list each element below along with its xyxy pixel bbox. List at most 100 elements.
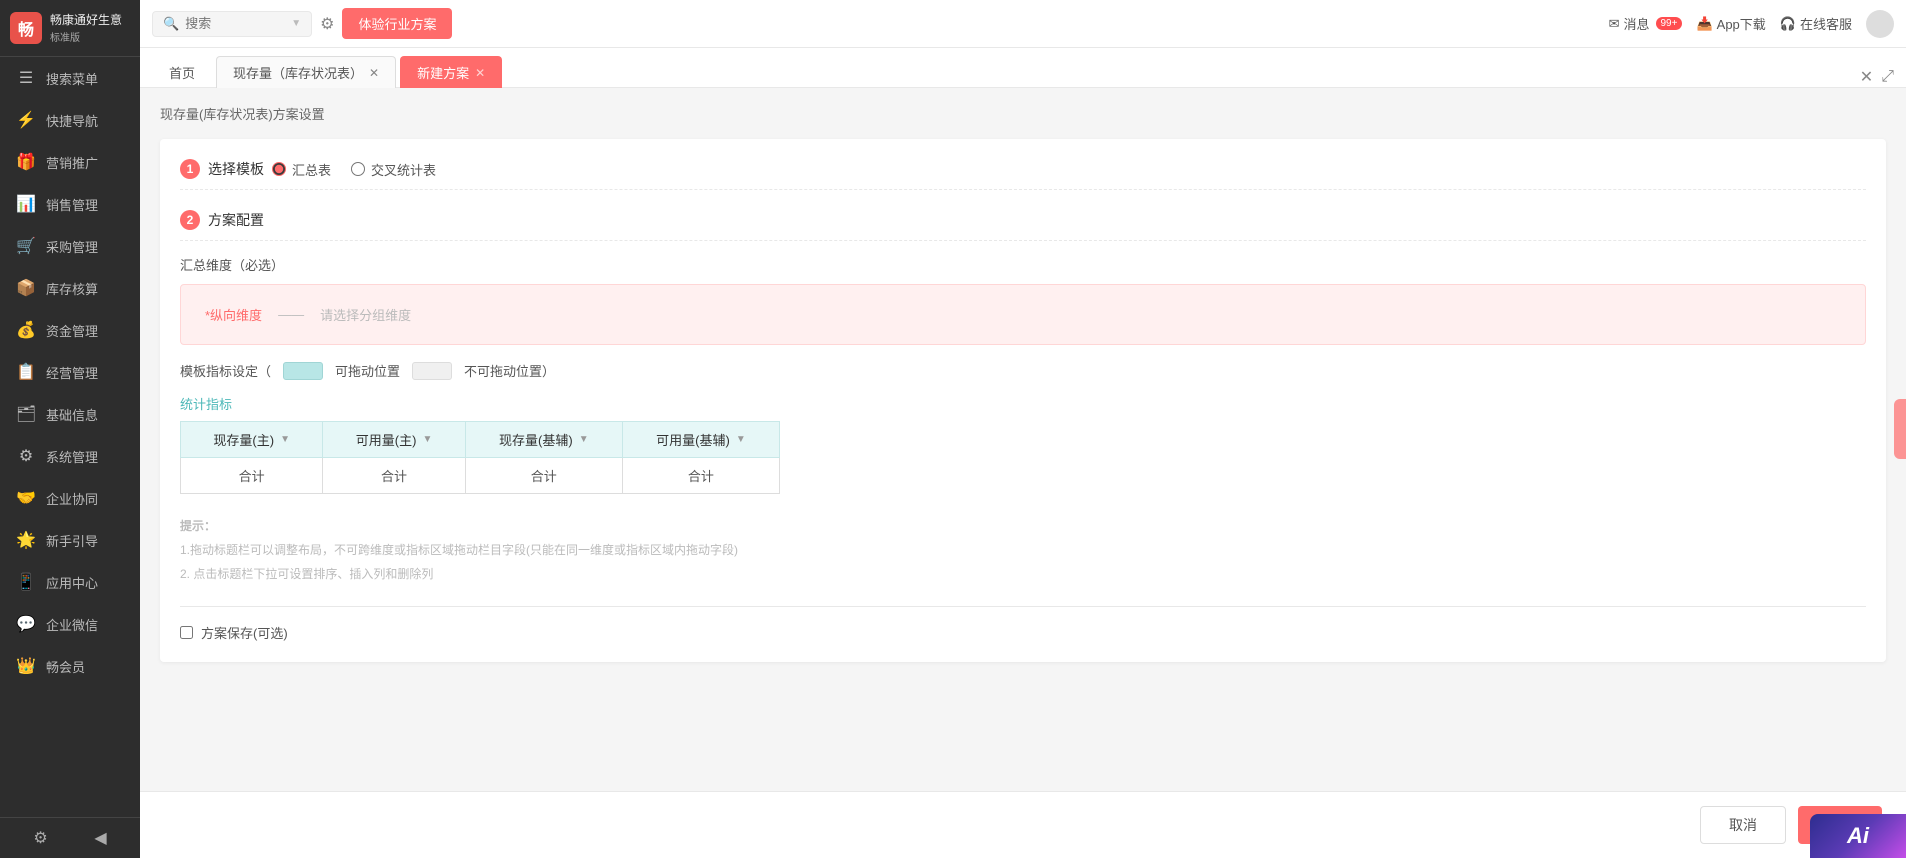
marketing-icon: 🎁 bbox=[16, 152, 36, 172]
sidebar-item-newbie[interactable]: 🌟 新手引导 bbox=[0, 519, 140, 561]
settings-footer-btn[interactable]: ⚙ bbox=[33, 828, 47, 848]
tab-expand-ctrl[interactable]: ⤢ bbox=[1881, 68, 1894, 86]
radio-cross[interactable]: 交叉统计表 bbox=[351, 160, 436, 179]
user-avatar[interactable] bbox=[1866, 10, 1894, 38]
dim-dash: —— bbox=[278, 307, 304, 322]
stats-col-2-header[interactable]: 现存量(基辅) ▼ bbox=[465, 422, 622, 458]
tab-new-plan-close[interactable]: ✕ bbox=[475, 66, 485, 80]
save-checkbox[interactable] bbox=[180, 626, 193, 639]
sidebar-item-sales[interactable]: 📊 销售管理 bbox=[0, 183, 140, 225]
tabbar: 首页 现存量（库存状况表） ✕ 新建方案 ✕ ✕ ⤢ bbox=[140, 48, 1906, 88]
sidebar-item-marketing[interactable]: 🎁 营销推广 bbox=[0, 141, 140, 183]
sidebar-item-search-menu[interactable]: ☰ 搜索菜单 bbox=[0, 57, 140, 99]
section2-header: 2 方案配置 bbox=[180, 210, 1866, 241]
tab-inventory[interactable]: 现存量（库存状况表） ✕ bbox=[216, 56, 396, 88]
tab-new-plan-label: 新建方案 bbox=[417, 63, 469, 82]
logo-text: 畅康通好生意 标准版 bbox=[50, 12, 122, 44]
sidebar-item-label: 库存核算 bbox=[46, 279, 98, 298]
sidebar-item-purchase[interactable]: 🛒 采购管理 bbox=[0, 225, 140, 267]
main-area: 🔍 ▼ ⚙ 体验行业方案 ✉ 消息 99+ 📥 App下载 🎧 在线客服 bbox=[140, 0, 1906, 858]
stats-table-header-row: 现存量(主) ▼ 可用量(主) ▼ bbox=[181, 422, 780, 458]
page-title: 现存量(库存状况表)方案设置 bbox=[160, 104, 1886, 123]
sidebar-item-member[interactable]: 👑 畅会员 bbox=[0, 645, 140, 687]
message-icon: ✉ bbox=[1609, 16, 1620, 32]
sidebar-item-label: 销售管理 bbox=[46, 195, 98, 214]
messages-badge: 99+ bbox=[1656, 17, 1683, 30]
sidebar-nav: ☰ 搜索菜单 ⚡ 快捷导航 🎁 营销推广 📊 销售管理 🛒 采购管理 📦 库存核… bbox=[0, 57, 140, 817]
tab-close-ctrl[interactable]: ✕ bbox=[1860, 67, 1873, 87]
app-download-btn[interactable]: 📥 App下载 bbox=[1696, 14, 1765, 33]
indicator-legend: 模板指标设定（ 可拖动位置 不可拖动位置） bbox=[180, 361, 1866, 380]
search-icon: 🔍 bbox=[163, 16, 179, 32]
section-plan-config: 2 方案配置 汇总维度（必选） *纵向维度 —— 请选择分组维度 模板指标设定（… bbox=[180, 210, 1866, 586]
sidebar: 畅 畅康通好生意 标准版 ☰ 搜索菜单 ⚡ 快捷导航 🎁 营销推广 📊 销售管理… bbox=[0, 0, 140, 858]
radio-summary-input[interactable] bbox=[272, 162, 286, 176]
settings-icon[interactable]: ⚙ bbox=[320, 14, 334, 34]
ai-label: Ai bbox=[1847, 823, 1869, 849]
sidebar-item-basic-info[interactable]: 🗂 基础信息 bbox=[0, 393, 140, 435]
search-area[interactable]: 🔍 ▼ bbox=[152, 11, 312, 37]
tips-section: 提示： 1.拖动标题栏可以调整布局，不可跨维度或指标区域拖动栏目字段(只能在同一… bbox=[180, 514, 1866, 586]
draggable-indicator-label: 可拖动位置 bbox=[335, 361, 400, 380]
stats-cell-2: 合计 bbox=[465, 458, 622, 494]
tip-item-0: 1.拖动标题栏可以调整布局，不可跨维度或指标区域拖动栏目字段(只能在同一维度或指… bbox=[180, 538, 1866, 562]
sidebar-item-label: 搜索菜单 bbox=[46, 69, 98, 88]
collapse-footer-btn[interactable]: ◀ bbox=[94, 828, 106, 848]
stats-section: 统计指标 现存量(主) ▼ bbox=[180, 394, 1866, 494]
stats-table-body-row: 合计 合计 合计 合计 bbox=[181, 458, 780, 494]
tab-new-plan[interactable]: 新建方案 ✕ bbox=[400, 56, 502, 88]
sidebar-item-label: 畅会员 bbox=[46, 657, 85, 676]
cooperation-icon: 🤝 bbox=[16, 488, 36, 508]
tab-home-label: 首页 bbox=[169, 63, 195, 82]
sidebar-item-label: 营销推广 bbox=[46, 153, 98, 172]
radio-summary[interactable]: 汇总表 bbox=[272, 160, 331, 179]
sales-icon: 📊 bbox=[16, 194, 36, 214]
save-row: 方案保存(可选) bbox=[180, 606, 1866, 642]
logo-icon: 畅 bbox=[10, 12, 42, 44]
sidebar-item-wechat[interactable]: 💬 企业微信 bbox=[0, 603, 140, 645]
tab-inventory-close[interactable]: ✕ bbox=[369, 66, 379, 80]
sidebar-item-system[interactable]: ⚙ 系统管理 bbox=[0, 435, 140, 477]
sidebar-item-app-center[interactable]: 📱 应用中心 bbox=[0, 561, 140, 603]
topbar: 🔍 ▼ ⚙ 体验行业方案 ✉ 消息 99+ 📥 App下载 🎧 在线客服 bbox=[140, 0, 1906, 48]
radio-summary-label: 汇总表 bbox=[292, 160, 331, 179]
stats-col-3-header[interactable]: 可用量(基辅) ▼ bbox=[622, 422, 779, 458]
non-draggable-indicator-label: 不可拖动位置） bbox=[464, 361, 555, 380]
newbie-icon: 🌟 bbox=[16, 530, 36, 550]
sidebar-item-label: 经营管理 bbox=[46, 363, 98, 382]
inventory-mgmt-icon: 📦 bbox=[16, 278, 36, 298]
col-3-chevron-icon: ▼ bbox=[736, 434, 746, 445]
draggable-indicator-box bbox=[283, 362, 323, 380]
sidebar-item-finance[interactable]: 💰 资金管理 bbox=[0, 309, 140, 351]
trial-btn[interactable]: 体验行业方案 bbox=[342, 8, 452, 39]
online-service-btn[interactable]: 🎧 在线客服 bbox=[1780, 14, 1852, 33]
sidebar-item-quick-nav[interactable]: ⚡ 快捷导航 bbox=[0, 99, 140, 141]
tabbar-controls: ✕ ⤢ bbox=[1860, 67, 1906, 87]
vertical-dim-label: *纵向维度 bbox=[205, 305, 262, 324]
sidebar-item-operations[interactable]: 📋 经营管理 bbox=[0, 351, 140, 393]
dimension-area[interactable]: *纵向维度 —— 请选择分组维度 bbox=[180, 284, 1866, 345]
sidebar-item-cooperation[interactable]: 🤝 企业协同 bbox=[0, 477, 140, 519]
operations-icon: 📋 bbox=[16, 362, 36, 382]
radio-cross-input[interactable] bbox=[351, 162, 365, 176]
save-label: 方案保存(可选) bbox=[201, 623, 288, 642]
tab-inventory-label: 现存量（库存状况表） bbox=[233, 63, 363, 82]
system-icon: ⚙ bbox=[16, 446, 36, 466]
stats-col-1-header[interactable]: 可用量(主) ▼ bbox=[323, 422, 465, 458]
messages-btn[interactable]: ✉ 消息 99+ bbox=[1609, 14, 1683, 33]
section1-num: 1 bbox=[180, 159, 200, 179]
settings-panel: 1 选择模板 汇总表 交叉统计表 bbox=[160, 139, 1886, 662]
stats-col-0-header[interactable]: 现存量(主) ▼ bbox=[181, 422, 323, 458]
search-input[interactable] bbox=[185, 16, 285, 31]
ai-badge[interactable]: Ai bbox=[1810, 814, 1906, 858]
tab-home[interactable]: 首页 bbox=[152, 56, 212, 88]
col-1-chevron-icon: ▼ bbox=[422, 434, 432, 445]
stats-col-0-label: 现存量(主) bbox=[213, 430, 274, 449]
sidebar-footer: ⚙ ◀ bbox=[0, 817, 140, 858]
section1-header: 1 选择模板 汇总表 交叉统计表 bbox=[180, 159, 1866, 190]
cancel-button[interactable]: 取消 bbox=[1700, 806, 1786, 844]
sidebar-item-label: 企业微信 bbox=[46, 615, 98, 634]
sidebar-item-inventory-mgmt[interactable]: 📦 库存核算 bbox=[0, 267, 140, 309]
chevron-down-icon: ▼ bbox=[291, 18, 301, 29]
tips-title: 提示： bbox=[180, 519, 216, 533]
